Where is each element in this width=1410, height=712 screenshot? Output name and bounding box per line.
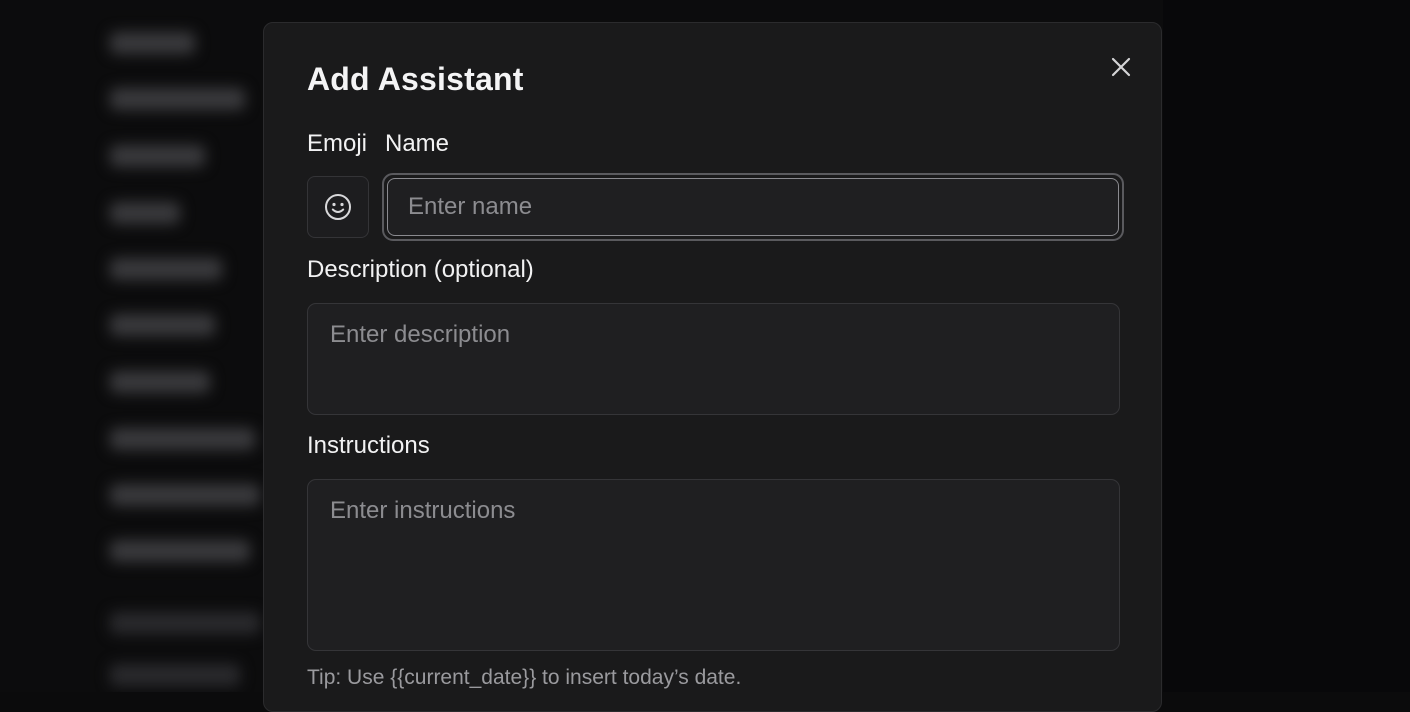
blurred-main-area (1163, 0, 1410, 692)
name-input[interactable] (387, 178, 1119, 236)
instructions-tip: Tip: Use {{current_date}} to insert toda… (307, 666, 742, 689)
smiley-face-icon (325, 194, 351, 220)
name-field-focus-ring (382, 173, 1124, 241)
blurred-sidebar (0, 0, 270, 692)
emoji-picker-button[interactable] (307, 176, 369, 238)
name-label: Name (385, 130, 450, 157)
emoji-label: Emoji (307, 130, 368, 157)
description-textarea[interactable] (307, 303, 1120, 415)
close-button[interactable] (1107, 53, 1135, 81)
instructions-label: Instructions (307, 432, 430, 459)
description-label: Description (optional) (307, 256, 534, 283)
close-icon (1111, 57, 1131, 77)
add-assistant-dialog: Add Assistant Emoji Name Description (op… (263, 22, 1162, 712)
dialog-title: Add Assistant (307, 61, 524, 97)
instructions-textarea[interactable] (307, 479, 1120, 651)
